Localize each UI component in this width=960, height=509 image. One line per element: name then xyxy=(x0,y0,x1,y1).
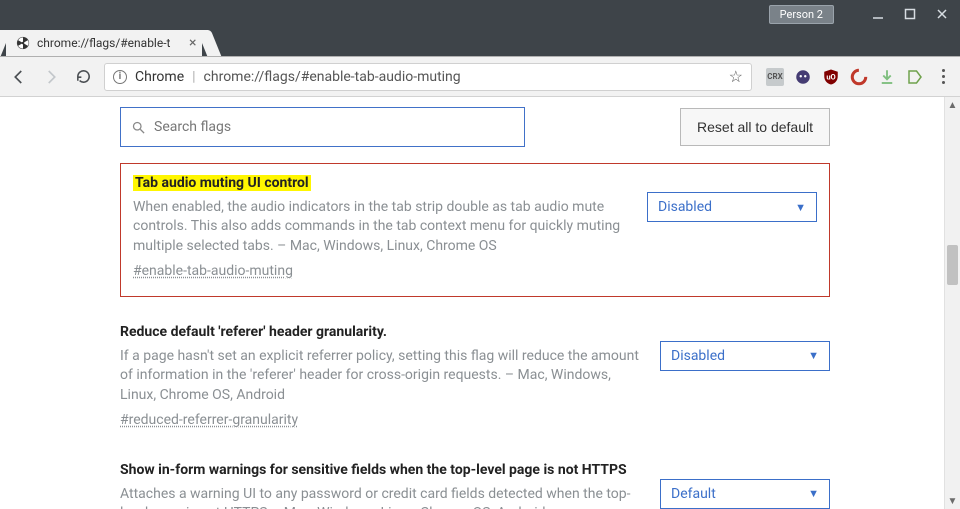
back-button[interactable] xyxy=(8,66,30,88)
address-bar[interactable]: i Chrome | chrome://flags/#enable-tab-au… xyxy=(104,63,752,91)
flags-header-row: Search flags Reset all to default xyxy=(120,107,830,147)
flag-description: When enabled, the audio indicators in th… xyxy=(133,198,627,257)
extension-icons: CRX uO xyxy=(762,68,924,86)
chevron-down-icon: ▼ xyxy=(808,349,819,362)
flag-description: Attaches a warning UI to any password or… xyxy=(120,485,640,509)
chevron-down-icon: ▼ xyxy=(808,487,819,500)
reset-all-button[interactable]: Reset all to default xyxy=(680,108,830,146)
flag-item-reduced-referrer: Reduce default 'referer' header granular… xyxy=(120,323,830,435)
flag-dropdown[interactable]: Disabled ▼ xyxy=(660,341,830,371)
browser-toolbar: i Chrome | chrome://flags/#enable-tab-au… xyxy=(0,57,960,97)
search-icon xyxy=(131,120,146,135)
flag-anchor-link[interactable]: #enable-tab-audio-muting xyxy=(133,262,293,282)
window-close-button[interactable] xyxy=(934,6,950,22)
extension-tag-icon[interactable] xyxy=(906,68,924,86)
flags-page: Search flags Reset all to default Tab au… xyxy=(0,97,960,509)
forward-button[interactable] xyxy=(40,66,62,88)
extension-ublock-icon[interactable]: uO xyxy=(822,68,840,86)
url-separator: | xyxy=(192,69,195,85)
browser-tab[interactable]: chrome://flags/#enable-t × xyxy=(6,30,202,56)
scroll-down-icon[interactable]: ▼ xyxy=(945,493,960,509)
svg-text:uO: uO xyxy=(826,72,835,81)
flag-dropdown[interactable]: Disabled ▼ xyxy=(647,192,817,222)
chrome-menu-button[interactable] xyxy=(934,69,952,84)
window-titlebar: Person 2 xyxy=(0,0,960,28)
url-path: chrome://flags/#enable-tab-audio-muting xyxy=(204,69,461,85)
flag-item-http-form-warning: Show in-form warnings for sensitive fiel… xyxy=(120,461,830,509)
chevron-down-icon: ▼ xyxy=(795,201,806,214)
extension-ghostery-icon[interactable] xyxy=(794,68,812,86)
window-minimize-button[interactable] xyxy=(870,6,886,22)
site-info-icon[interactable]: i xyxy=(113,70,127,84)
scrollbar-thumb[interactable] xyxy=(947,245,958,285)
flags-search-input[interactable]: Search flags xyxy=(120,107,525,147)
profile-badge[interactable]: Person 2 xyxy=(769,5,834,24)
flag-dropdown[interactable]: Default ▼ xyxy=(660,479,830,509)
window-maximize-button[interactable] xyxy=(902,6,918,22)
tab-strip: chrome://flags/#enable-t × xyxy=(0,28,960,56)
flag-title: Reduce default 'referer' header granular… xyxy=(120,323,640,343)
flag-dropdown-value: Default xyxy=(671,486,716,502)
flag-anchor-link[interactable]: #reduced-referrer-granularity xyxy=(120,411,298,431)
extension-download-icon[interactable] xyxy=(878,68,896,86)
flag-dropdown-value: Disabled xyxy=(658,199,712,215)
flag-title: Tab audio muting UI control xyxy=(133,175,311,191)
extension-crx-icon[interactable]: CRX xyxy=(766,68,784,86)
reload-button[interactable] xyxy=(72,66,94,88)
page-viewport: Search flags Reset all to default Tab au… xyxy=(0,97,960,509)
flag-description: If a page hasn't set an explicit referre… xyxy=(120,347,640,406)
bookmark-star-icon[interactable]: ☆ xyxy=(729,67,743,86)
tab-close-icon[interactable]: × xyxy=(189,35,196,51)
flag-item-tab-audio-muting: Tab audio muting UI control When enabled… xyxy=(120,163,830,297)
url-scheme: Chrome xyxy=(135,69,184,85)
search-placeholder: Search flags xyxy=(154,119,231,135)
extension-c-icon[interactable] xyxy=(850,68,868,86)
scroll-up-icon[interactable]: ▲ xyxy=(945,97,960,113)
tab-title: chrome://flags/#enable-t xyxy=(37,36,170,50)
flag-dropdown-value: Disabled xyxy=(671,348,725,364)
vertical-scrollbar[interactable]: ▲ ▼ xyxy=(944,97,960,509)
flag-title: Show in-form warnings for sensitive fiel… xyxy=(120,461,640,481)
radiation-icon xyxy=(16,36,30,50)
